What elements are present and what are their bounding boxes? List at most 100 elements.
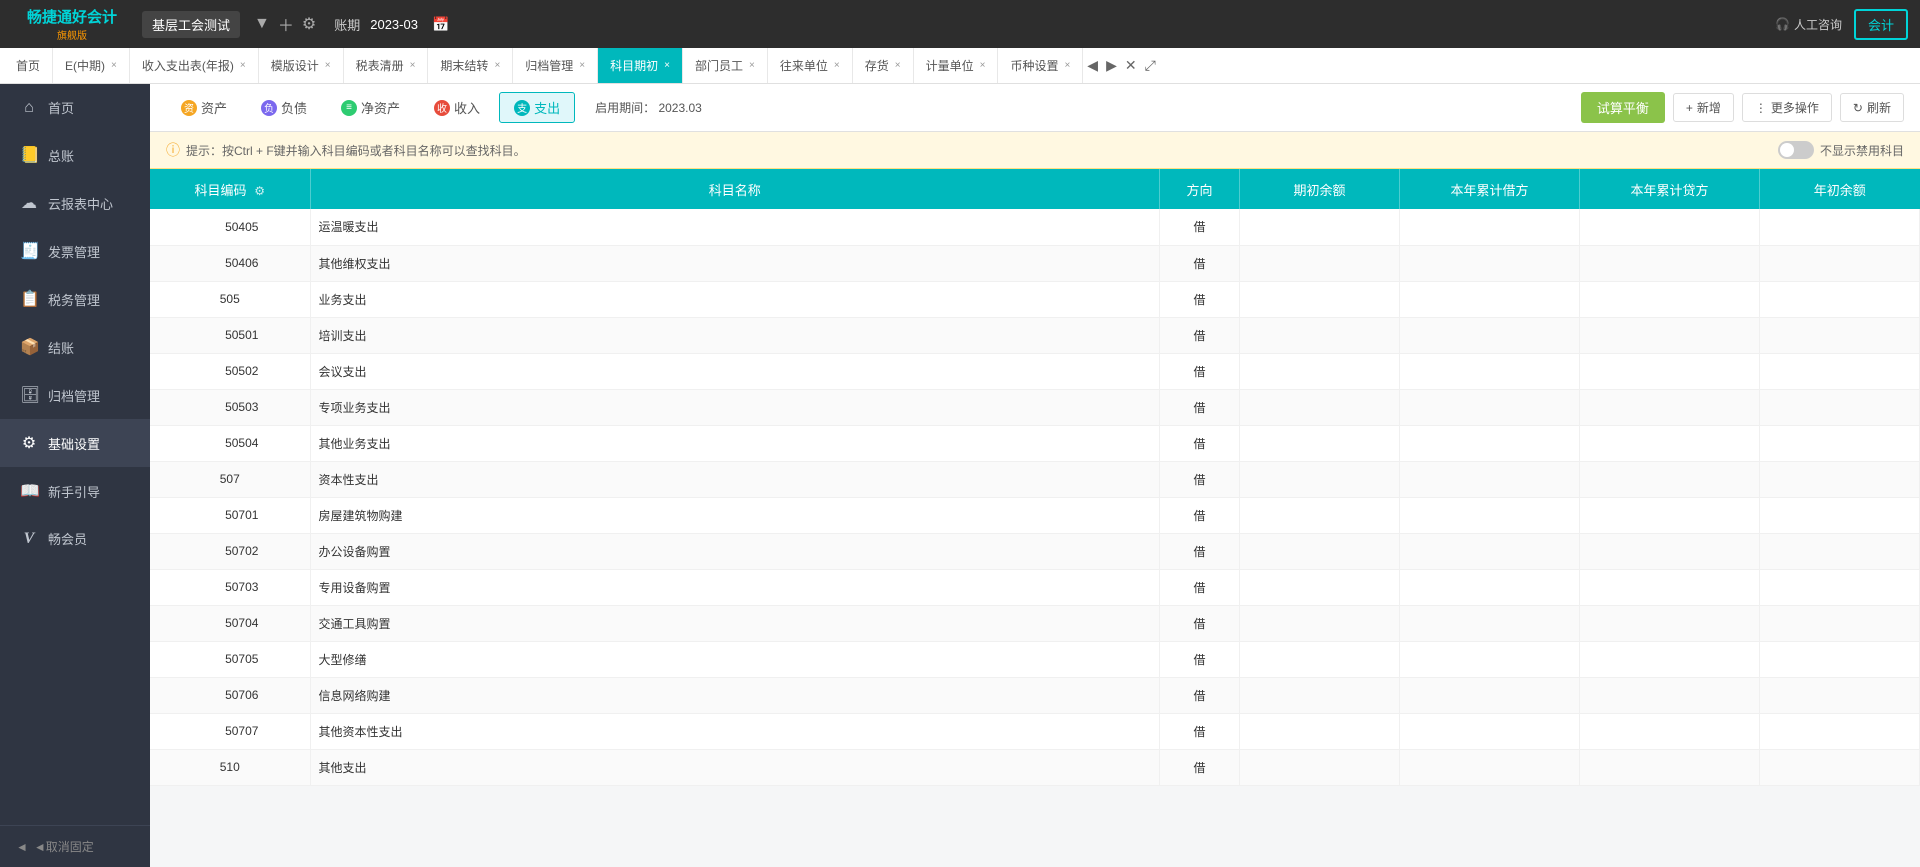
th-year-balance: 年初余额 — [1760, 169, 1920, 209]
cell-direction: 借 — [1160, 389, 1240, 425]
close-all-tabs-btn[interactable]: ✕ — [1121, 57, 1141, 74]
tab-income-annual[interactable]: 收入支出表(年报) × — [130, 48, 259, 84]
cell-name: 其他资本性支出 — [310, 713, 1160, 749]
table-row[interactable]: 50503 专项业务支出 借 — [150, 389, 1920, 425]
table-row[interactable]: 507 资本性支出 借 — [150, 461, 1920, 497]
more-icon: ⋮ — [1755, 101, 1767, 115]
balance-button[interactable]: 试算平衡 — [1581, 92, 1665, 123]
tab-unit-close[interactable]: × — [980, 60, 986, 71]
dropdown-icon[interactable]: ▼ — [254, 15, 270, 33]
tab-period-end-label: 期末结转 — [440, 57, 488, 74]
table-row[interactable]: 50706 信息网络购建 借 — [150, 677, 1920, 713]
tab-template[interactable]: 模版设计 × — [259, 48, 344, 84]
table-row[interactable]: 50701 房屋建筑物购建 借 — [150, 497, 1920, 533]
sidebar-item-guide[interactable]: 📖 新手引导 — [0, 467, 150, 515]
table-row[interactable]: 50707 其他资本性支出 借 — [150, 713, 1920, 749]
table-row[interactable]: 50406 其他维权支出 借 — [150, 245, 1920, 281]
tab-unit[interactable]: 计量单位 × — [914, 48, 999, 84]
more-button[interactable]: ⋮ 更多操作 — [1742, 93, 1832, 122]
tab-bs-interim-close[interactable]: × — [111, 60, 117, 71]
tab-next-btn[interactable]: ▶ — [1102, 57, 1121, 74]
cell-year-debit — [1400, 605, 1580, 641]
th-period-balance: 期初余额 — [1240, 169, 1400, 209]
tab-archive-close[interactable]: × — [579, 60, 585, 71]
calendar-icon[interactable]: 📅 — [432, 16, 449, 33]
company-name[interactable]: 基层工会测试 — [142, 11, 240, 38]
tab-tax-clear-close[interactable]: × — [410, 60, 416, 71]
cell-direction: 借 — [1160, 533, 1240, 569]
cell-year-credit — [1580, 281, 1760, 317]
table-row[interactable]: 50504 其他业务支出 借 — [150, 425, 1920, 461]
sidebar-pin-toggle[interactable]: ◄ ◄取消固定 — [0, 825, 150, 867]
account-button[interactable]: 会计 — [1854, 9, 1908, 40]
add-icon: + — [1686, 101, 1693, 115]
cell-code: 50503 — [150, 389, 310, 425]
cell-period-balance — [1240, 749, 1400, 785]
sidebar-item-reports[interactable]: ☁ 云报表中心 — [0, 179, 150, 227]
sidebar-item-settings[interactable]: ⚙ 基础设置 — [0, 419, 150, 467]
expand-tabs-btn[interactable]: ⤢ — [1141, 57, 1160, 74]
refresh-button[interactable]: ↻ 刷新 — [1840, 93, 1904, 122]
tab-period-end[interactable]: 期末结转 × — [428, 48, 513, 84]
cell-name: 培训支出 — [310, 317, 1160, 353]
tab-partners-close[interactable]: × — [834, 60, 840, 71]
tab-department[interactable]: 部门员工 × — [683, 48, 768, 84]
settings-icon[interactable]: ⚙ — [302, 14, 316, 34]
tab-home[interactable]: 首页 — [4, 48, 53, 84]
tab-income-annual-close[interactable]: × — [240, 60, 246, 71]
sidebar-item-archive[interactable]: 🗄 归档管理 — [0, 371, 150, 419]
table-row[interactable]: 510 其他支出 借 — [150, 749, 1920, 785]
table-row[interactable]: 50405 运温暖支出 借 — [150, 209, 1920, 245]
th-gear-icon[interactable]: ⚙ — [254, 184, 265, 198]
tab-inventory[interactable]: 存货 × — [853, 48, 914, 84]
table-row[interactable]: 50704 交通工具购置 借 — [150, 605, 1920, 641]
tab-subject-init[interactable]: 科目期初 × — [598, 48, 683, 84]
sub-tab-expense[interactable]: 支 支出 — [499, 92, 575, 123]
cell-year-balance — [1760, 569, 1920, 605]
table-row[interactable]: 505 业务支出 借 — [150, 281, 1920, 317]
tab-tax-clear-label: 税表清册 — [356, 57, 404, 74]
sub-tab-net[interactable]: ≡ 净资产 — [326, 92, 415, 123]
tab-currency-close[interactable]: × — [1064, 60, 1070, 71]
tab-currency[interactable]: 币种设置 × — [998, 48, 1083, 84]
table-row[interactable]: 50502 会议支出 借 — [150, 353, 1920, 389]
add-tab-icon[interactable]: ＋ — [278, 12, 294, 36]
tab-subject-init-close[interactable]: × — [664, 60, 670, 71]
table-row[interactable]: 50703 专用设备购置 借 — [150, 569, 1920, 605]
table-row[interactable]: 50705 大型修缮 借 — [150, 641, 1920, 677]
table-row[interactable]: 50501 培训支出 借 — [150, 317, 1920, 353]
sidebar-item-invoice[interactable]: 🧾 发票管理 — [0, 227, 150, 275]
sub-tab-income[interactable]: 收 收入 — [419, 92, 495, 123]
table-row[interactable]: 50702 办公设备购置 借 — [150, 533, 1920, 569]
cell-code: 50707 — [150, 713, 310, 749]
toggle-disabled-switch[interactable] — [1778, 141, 1814, 159]
cell-year-debit — [1400, 569, 1580, 605]
tab-bs-interim[interactable]: Ε(中期) × — [53, 48, 130, 84]
cell-year-balance — [1760, 605, 1920, 641]
tab-period-end-close[interactable]: × — [494, 60, 500, 71]
tab-template-close[interactable]: × — [325, 60, 331, 71]
sidebar-item-home[interactable]: ⌂ 首页 — [0, 84, 150, 131]
sidebar-item-tax[interactable]: 📋 税务管理 — [0, 275, 150, 323]
tab-inventory-close[interactable]: × — [895, 60, 901, 71]
sub-tab-asset[interactable]: 资 资产 — [166, 92, 242, 123]
table-container[interactable]: 科目编码 ⚙ 科目名称 方向 期初余额 本年累计借方 本年累计贷方 年初余额 5… — [150, 169, 1920, 867]
add-button[interactable]: + 新增 — [1673, 93, 1734, 122]
sidebar-label-home: 首页 — [48, 98, 74, 117]
period-info-value: 2023.03 — [658, 101, 701, 115]
sidebar-item-member[interactable]: V 畅会员 — [0, 515, 150, 562]
sidebar-item-closing[interactable]: 📦 结账 — [0, 323, 150, 371]
tab-archive[interactable]: 归档管理 × — [513, 48, 598, 84]
cell-year-balance — [1760, 749, 1920, 785]
tab-prev-btn[interactable]: ◀ — [1083, 57, 1102, 74]
sidebar-item-ledger[interactable]: 📒 总账 — [0, 131, 150, 179]
cell-code: 505 — [150, 281, 310, 317]
tab-partners[interactable]: 往来单位 × — [768, 48, 853, 84]
cell-code: 50406 — [150, 245, 310, 281]
tab-department-close[interactable]: × — [749, 60, 755, 71]
help-button[interactable]: 🎧 人工咨询 — [1775, 16, 1842, 33]
tab-tax-clear[interactable]: 税表清册 × — [344, 48, 429, 84]
sub-tab-liability[interactable]: 负 负债 — [246, 92, 322, 123]
cell-period-balance — [1240, 425, 1400, 461]
ledger-icon: 📒 — [20, 145, 38, 165]
